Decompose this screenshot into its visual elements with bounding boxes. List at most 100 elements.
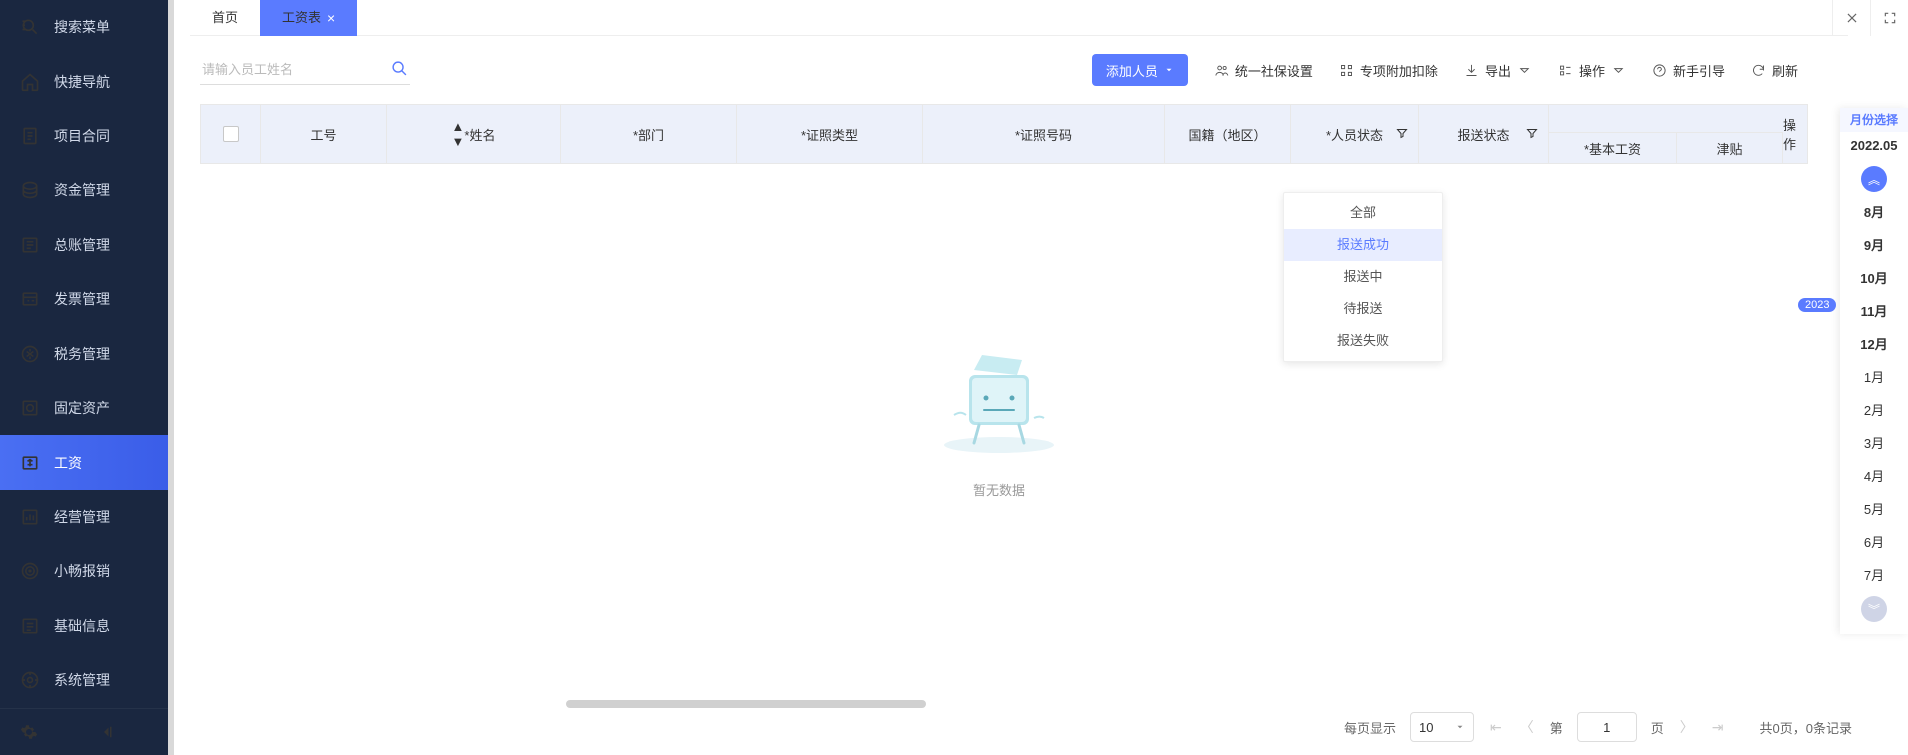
- th-id[interactable]: 工号: [261, 105, 387, 163]
- toolbar-ops[interactable]: 操作: [1558, 61, 1626, 80]
- sidebar-item-search[interactable]: 搜索菜单: [0, 0, 168, 54]
- th-label: 报送状态: [1457, 125, 1509, 144]
- sidebar-item-quicknav[interactable]: 快捷导航: [0, 54, 168, 108]
- page-prev-icon[interactable]: 〈: [1518, 717, 1536, 737]
- month-item[interactable]: 8月: [1840, 196, 1908, 229]
- sidebar-item-tax[interactable]: 税务管理: [0, 327, 168, 381]
- filter-icon[interactable]: [1396, 127, 1408, 142]
- filter-option-all[interactable]: 全部: [1284, 197, 1442, 229]
- sidebar-item-funds[interactable]: 资金管理: [0, 163, 168, 217]
- th-label: *姓名: [464, 125, 495, 144]
- filter-icon[interactable]: [1526, 127, 1538, 142]
- month-head: 月份选择: [1840, 108, 1908, 132]
- sidebar-label: 项目合同: [54, 126, 110, 146]
- toolbar-guide[interactable]: 新手引导: [1652, 61, 1725, 80]
- chart-icon: [20, 507, 40, 527]
- search-icon[interactable]: [391, 60, 408, 82]
- filter-option-fail[interactable]: 报送失败: [1284, 325, 1442, 357]
- toolbar-deduct[interactable]: 专项附加扣除: [1339, 61, 1438, 80]
- toolbar-social[interactable]: 统一社保设置: [1214, 61, 1313, 80]
- sidebar-label: 总账管理: [54, 235, 110, 255]
- page-last-icon[interactable]: ⇥: [1710, 719, 1726, 736]
- month-item[interactable]: 11月: [1840, 295, 1908, 328]
- sidebar-item-basic[interactable]: 基础信息: [0, 599, 168, 653]
- toolbar-export[interactable]: 导出: [1464, 61, 1532, 80]
- sidebar-item-ledger[interactable]: 总账管理: [0, 218, 168, 272]
- th-cnum[interactable]: *证照号码: [923, 105, 1165, 163]
- toolbar-label: 专项附加扣除: [1360, 61, 1438, 80]
- month-item[interactable]: 7月: [1840, 559, 1908, 592]
- th-ctype[interactable]: *证照类型: [737, 105, 923, 163]
- close-button[interactable]: [1832, 0, 1870, 36]
- page-next-icon[interactable]: 〉: [1678, 717, 1696, 737]
- sidebar-item-expense[interactable]: 小畅报销: [0, 544, 168, 598]
- search-input[interactable]: [200, 55, 410, 85]
- expense-icon: [20, 561, 40, 581]
- sidebar-item-salary[interactable]: 工资: [0, 435, 168, 489]
- fullscreen-button[interactable]: [1870, 0, 1908, 36]
- sidebar: 搜索菜单 快捷导航 项目合同 资金管理 总账管理 发票管理 税务管理 固定资产 …: [0, 0, 168, 755]
- filter-option-ing[interactable]: 报送中: [1284, 261, 1442, 293]
- tax-icon: [20, 344, 40, 364]
- month-item[interactable]: 5月: [1840, 493, 1908, 526]
- toolbar-label: 刷新: [1772, 61, 1798, 80]
- tab-home[interactable]: 首页: [190, 0, 260, 36]
- th-rstat[interactable]: 报送状态: [1419, 105, 1549, 163]
- th-bsal[interactable]: *基本工资: [1549, 133, 1677, 163]
- sidebar-label: 基础信息: [54, 616, 110, 636]
- checkbox[interactable]: [223, 126, 239, 142]
- tab-label: 首页: [212, 0, 238, 36]
- month-item[interactable]: 4月: [1840, 460, 1908, 493]
- month-year: 2022.05: [1840, 132, 1908, 160]
- asset-icon: [20, 398, 40, 418]
- salary-icon: [20, 453, 40, 473]
- tab-salary[interactable]: 工资表 ×: [260, 0, 357, 36]
- toolbar-label: 统一社保设置: [1235, 61, 1313, 80]
- sidebar-item-biz[interactable]: 经营管理: [0, 490, 168, 544]
- pagination: 每页显示 10 ⇤ 〈 第 页 〉 ⇥ 共0页，0条记录: [190, 699, 1888, 755]
- month-item[interactable]: 3月: [1840, 427, 1908, 460]
- search-icon: [20, 17, 40, 37]
- month-item[interactable]: 10月: [1840, 262, 1908, 295]
- sidebar-scrollbar[interactable]: [168, 0, 174, 755]
- add-person-button[interactable]: 添加人员: [1092, 54, 1188, 86]
- sidebar-item-invoice[interactable]: 发票管理: [0, 272, 168, 326]
- empty-text: 暂无数据: [190, 480, 1808, 499]
- info-icon: [20, 616, 40, 636]
- month-item[interactable]: 12月: [1840, 328, 1908, 361]
- th-pstat[interactable]: *人员状态: [1291, 105, 1419, 163]
- th-allow[interactable]: 津贴: [1677, 133, 1783, 163]
- month-item[interactable]: 1月: [1840, 361, 1908, 394]
- month-item[interactable]: 9月: [1840, 229, 1908, 262]
- collapse-icon[interactable]: [98, 723, 116, 741]
- month-scroll-up[interactable]: ︽: [1861, 166, 1887, 192]
- sidebar-item-contract[interactable]: 项目合同: [0, 109, 168, 163]
- empty-illustration: [924, 330, 1074, 460]
- th-op: 操作: [1783, 105, 1807, 163]
- sidebar-item-asset[interactable]: 固定资产: [0, 381, 168, 435]
- th-nat[interactable]: 国籍（地区）: [1165, 105, 1291, 163]
- th-name[interactable]: ▲▼ *姓名: [387, 105, 561, 163]
- sort-icon[interactable]: ▲▼: [452, 119, 465, 149]
- sidebar-item-system[interactable]: 系统管理: [0, 653, 168, 707]
- filter-option-wait[interactable]: 待报送: [1284, 293, 1442, 325]
- toolbar-refresh[interactable]: 刷新: [1751, 61, 1798, 80]
- page-first-icon[interactable]: ⇤: [1488, 719, 1504, 736]
- home-icon: [20, 72, 40, 92]
- month-item[interactable]: 2月: [1840, 394, 1908, 427]
- page-input[interactable]: [1577, 712, 1637, 742]
- tab-label: 工资表: [282, 0, 321, 36]
- sidebar-label: 小畅报销: [54, 561, 110, 581]
- sidebar-label: 资金管理: [54, 180, 110, 200]
- th-dept[interactable]: *部门: [561, 105, 737, 163]
- month-scroll-down[interactable]: ︾: [1861, 596, 1887, 622]
- month-item[interactable]: 6月: [1840, 526, 1908, 559]
- tab-close-icon[interactable]: ×: [327, 11, 335, 25]
- sidebar-label: 系统管理: [54, 670, 110, 690]
- gear-icon[interactable]: [20, 723, 38, 741]
- filter-option-success[interactable]: 报送成功: [1284, 229, 1442, 261]
- money-icon: [20, 180, 40, 200]
- sidebar-label: 经营管理: [54, 507, 110, 527]
- pagesize-select[interactable]: 10: [1410, 712, 1474, 742]
- sidebar-label: 搜索菜单: [54, 17, 110, 37]
